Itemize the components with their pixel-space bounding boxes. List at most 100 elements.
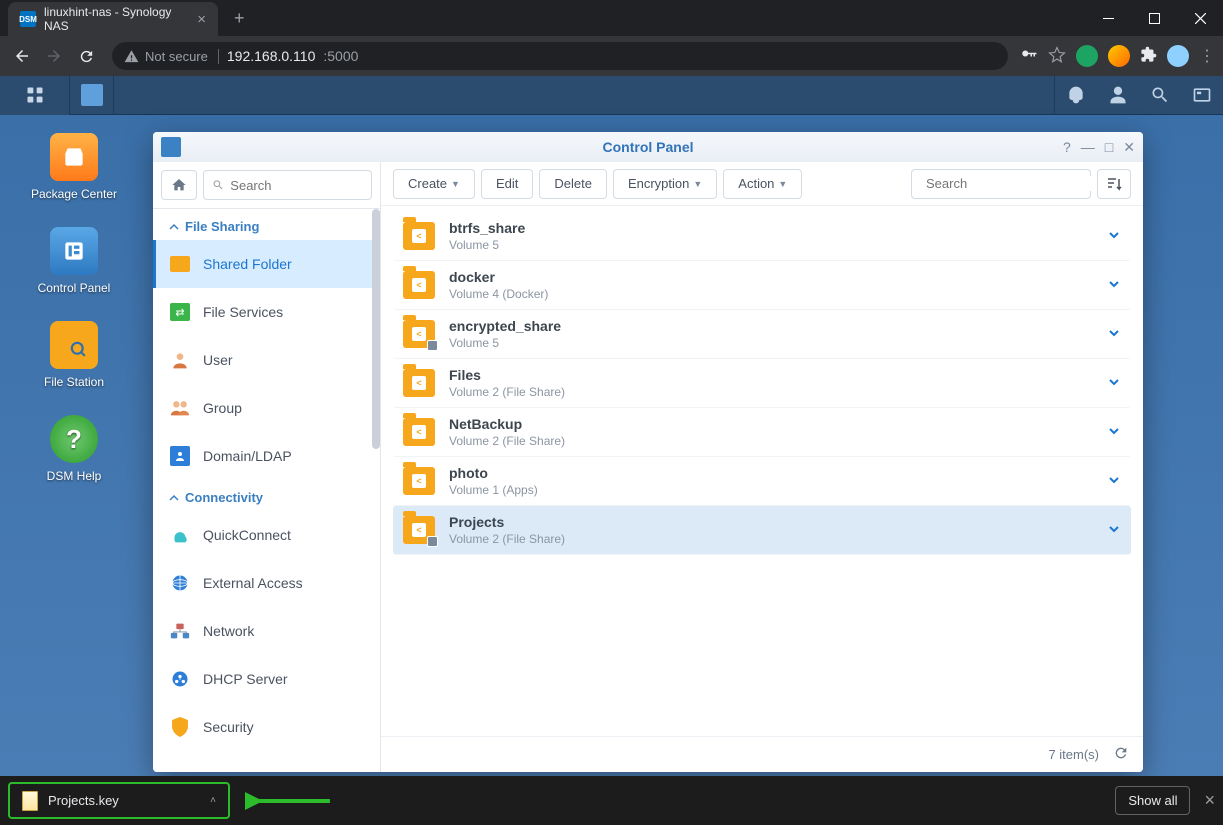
sidebar-item-quickconnect[interactable]: QuickConnect <box>153 511 380 559</box>
action-button[interactable]: Action▼ <box>723 169 802 199</box>
download-filename: Projects.key <box>48 793 119 808</box>
sidebar-item-group[interactable]: Group <box>153 384 380 432</box>
edit-button[interactable]: Edit <box>481 169 533 199</box>
window-maximize-icon[interactable] <box>1131 0 1177 36</box>
shared-folder-icon: < <box>403 320 435 348</box>
new-tab-button[interactable]: + <box>234 8 245 29</box>
shared-folder-icon: < <box>403 369 435 397</box>
delete-button[interactable]: Delete <box>539 169 607 199</box>
folder-row[interactable]: < btrfs_share Volume 5 <box>393 212 1131 261</box>
sidebar-item-network[interactable]: Network <box>153 607 380 655</box>
dsm-notifications-icon[interactable] <box>1055 76 1097 115</box>
dsm-search-icon[interactable] <box>1139 76 1181 115</box>
sidebar-search[interactable] <box>203 170 372 200</box>
dsm-desktop[interactable]: Package Center Control Panel File Statio… <box>0 115 1223 776</box>
folder-search[interactable] <box>911 169 1091 199</box>
extension-grammarly-icon[interactable] <box>1076 45 1098 67</box>
chevron-down-icon[interactable] <box>1107 424 1121 441</box>
folder-row[interactable]: < docker Volume 4 (Docker) <box>393 261 1131 310</box>
shared-folder-icon: < <box>403 222 435 250</box>
chevron-down-icon[interactable] <box>1107 228 1121 245</box>
search-icon <box>212 178 224 192</box>
download-chip[interactable]: Projects.key ˄ <box>8 782 230 819</box>
chevron-down-icon[interactable] <box>1107 473 1121 490</box>
folder-volume: Volume 4 (Docker) <box>449 287 1093 301</box>
folder-row[interactable]: < encrypted_share Volume 5 <box>393 310 1131 359</box>
encryption-button[interactable]: Encryption▼ <box>613 169 717 199</box>
dsm-user-icon[interactable] <box>1097 76 1139 115</box>
folder-row[interactable]: < Projects Volume 2 (File Share) <box>393 506 1131 555</box>
sidebar-item-user[interactable]: User <box>153 336 380 384</box>
chevron-up-icon[interactable]: ˄ <box>210 795 216 806</box>
toolbar-right: ⋮ <box>1020 45 1215 67</box>
shared-folder-icon: < <box>403 467 435 495</box>
browser-tab[interactable]: DSM linuxhint-nas - Synology NAS × <box>8 2 218 36</box>
sidebar-item-dhcp-server[interactable]: DHCP Server <box>153 655 380 703</box>
window-close-icon[interactable]: ✕ <box>1123 139 1135 156</box>
window-app-icon <box>161 137 181 157</box>
browser-titlebar: DSM linuxhint-nas - Synology NAS × + <box>0 0 1223 36</box>
chevron-down-icon[interactable] <box>1107 277 1121 294</box>
extensions-puzzle-icon[interactable] <box>1140 46 1157 66</box>
folder-volume: Volume 5 <box>449 336 1093 350</box>
sidebar-item-external-access[interactable]: External Access <box>153 559 380 607</box>
sort-button[interactable] <box>1097 169 1131 199</box>
profile-avatar[interactable] <box>1167 45 1189 67</box>
dsm-widgets-icon[interactable] <box>1181 76 1223 115</box>
window-help-icon[interactable]: ? <box>1063 139 1071 156</box>
dsm-main-menu-button[interactable] <box>0 76 70 115</box>
window-close-icon[interactable] <box>1177 0 1223 36</box>
folder-name: docker <box>449 269 1093 285</box>
refresh-icon[interactable] <box>1113 745 1129 764</box>
address-bar[interactable]: Not secure 192.168.0.110:5000 <box>112 42 1008 70</box>
dhcp-icon <box>169 668 191 690</box>
group-icon <box>169 397 191 419</box>
folder-name: Projects <box>449 514 1093 530</box>
tab-close-icon[interactable]: × <box>197 11 206 28</box>
download-file-icon <box>22 791 38 811</box>
folder-row[interactable]: < photo Volume 1 (Apps) <box>393 457 1131 506</box>
security-icon <box>169 716 191 738</box>
nav-reload-button[interactable] <box>72 42 100 70</box>
folder-row[interactable]: < Files Volume 2 (File Share) <box>393 359 1131 408</box>
desktop-icon-file-station[interactable]: File Station <box>24 321 124 389</box>
extension-icon[interactable] <box>1108 45 1130 67</box>
nav-back-button[interactable] <box>8 42 36 70</box>
nav-forward-button[interactable] <box>40 42 68 70</box>
bookmark-star-icon[interactable] <box>1048 46 1066 67</box>
chevron-up-icon <box>169 222 179 232</box>
browser-menu-icon[interactable]: ⋮ <box>1199 46 1215 66</box>
dsm-taskbar-controlpanel[interactable] <box>70 76 114 115</box>
shared-folder-icon: < <box>403 271 435 299</box>
folder-search-input[interactable] <box>926 176 1102 191</box>
sidebar-item-file-services[interactable]: ⇄ File Services <box>153 288 380 336</box>
sidebar-search-input[interactable] <box>230 178 363 193</box>
chevron-down-icon[interactable] <box>1107 326 1121 343</box>
folder-name: encrypted_share <box>449 318 1093 334</box>
folder-row[interactable]: < NetBackup Volume 2 (File Share) <box>393 408 1131 457</box>
sidebar-item-security[interactable]: Security <box>153 703 380 751</box>
chevron-down-icon[interactable] <box>1107 375 1121 392</box>
shared-folder-panel: Create▼ Edit Delete Encryption▼ Action▼ … <box>381 162 1143 772</box>
desktop-icon-control-panel[interactable]: Control Panel <box>24 227 124 295</box>
sidebar-section-file-sharing[interactable]: File Sharing <box>153 209 380 240</box>
chevron-down-icon[interactable] <box>1107 522 1121 539</box>
sidebar-item-shared-folder[interactable]: Shared Folder <box>153 240 380 288</box>
folder-name: NetBackup <box>449 416 1093 432</box>
window-minimize-icon[interactable] <box>1085 0 1131 36</box>
sidebar-home-button[interactable] <box>161 170 197 200</box>
window-titlebar[interactable]: Control Panel ? — □ ✕ <box>153 132 1143 162</box>
dsm-topbar <box>0 76 1223 115</box>
sidebar-item-domain-ldap[interactable]: Domain/LDAP <box>153 432 380 480</box>
password-key-icon[interactable] <box>1020 46 1038 67</box>
show-all-downloads-button[interactable]: Show all <box>1115 786 1190 815</box>
desktop-icon-package-center[interactable]: Package Center <box>24 133 124 201</box>
desktop-icon-dsm-help[interactable]: ? DSM Help <box>24 415 124 483</box>
sidebar-section-connectivity[interactable]: Connectivity <box>153 480 380 511</box>
create-button[interactable]: Create▼ <box>393 169 475 199</box>
folder-name: btrfs_share <box>449 220 1093 236</box>
window-minimize-icon[interactable]: — <box>1081 139 1095 156</box>
window-maximize-icon[interactable]: □ <box>1105 139 1113 156</box>
lock-icon <box>427 340 438 351</box>
close-download-bar-icon[interactable]: × <box>1204 790 1215 811</box>
